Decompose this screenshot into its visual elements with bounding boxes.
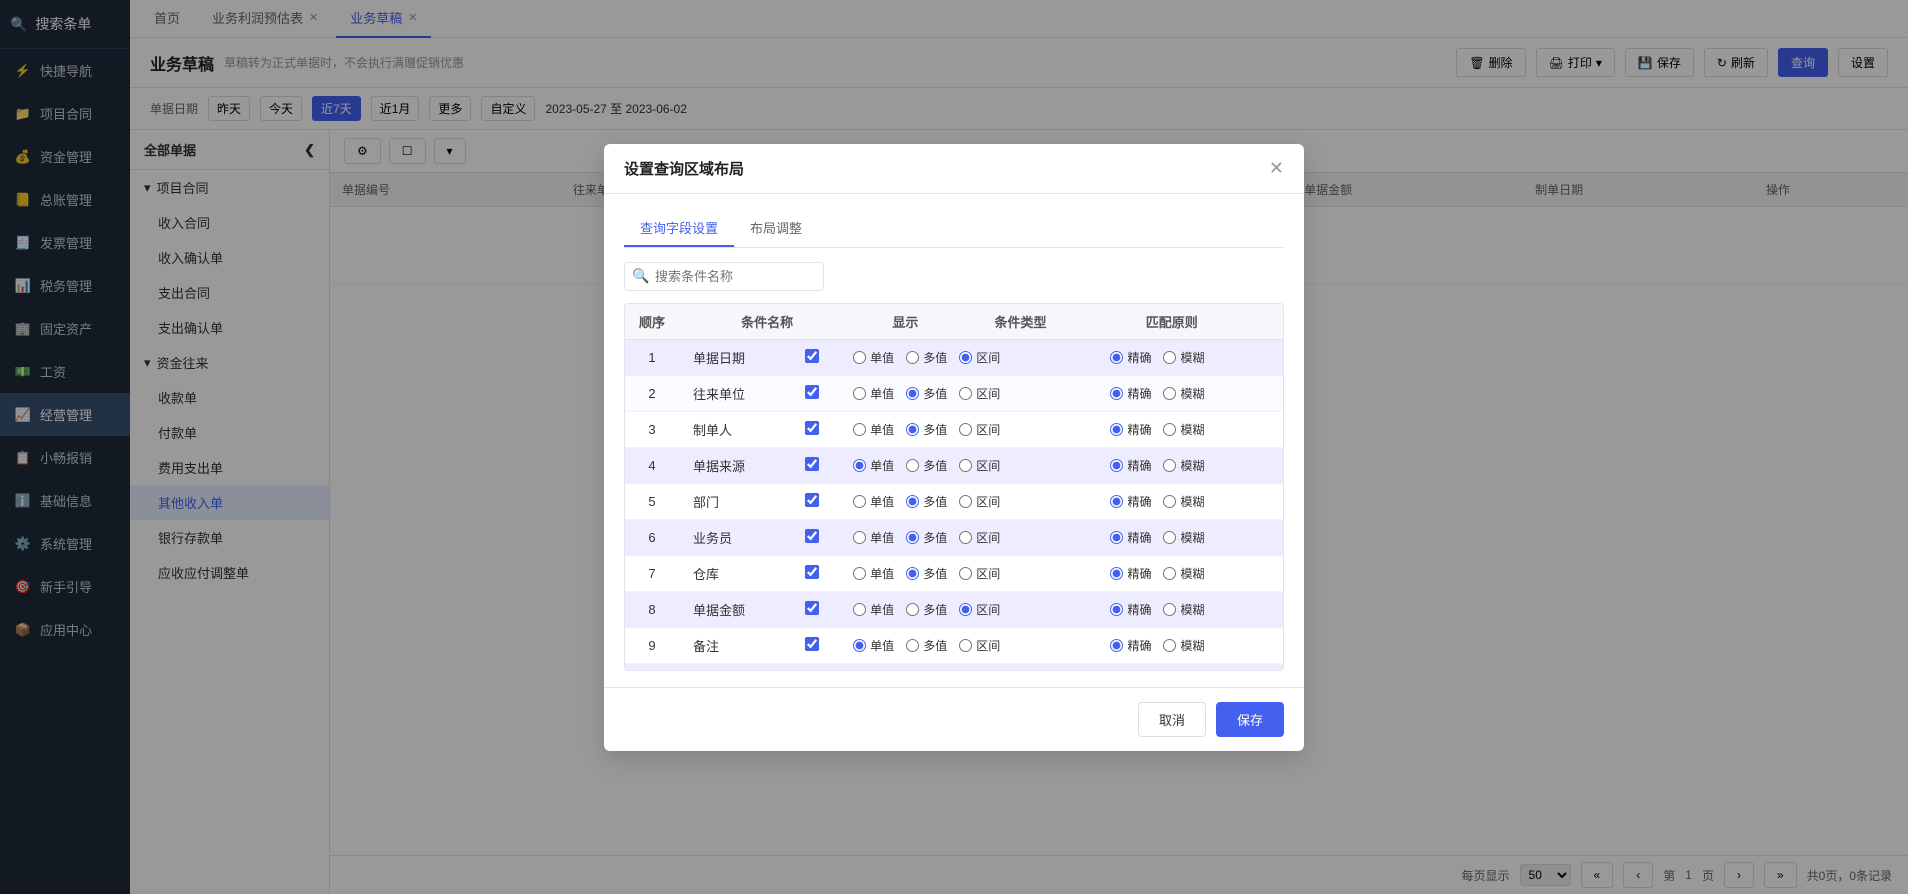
row-match[interactable]: 精确模糊 <box>1096 555 1283 591</box>
display-checkbox[interactable] <box>805 421 819 435</box>
row-type[interactable]: 单值多值区间 <box>839 375 1096 411</box>
row-type[interactable]: 单值多值区间 <box>839 627 1096 663</box>
modal-search-icon: 🔍 <box>632 268 649 285</box>
row-type[interactable]: 单值多值区间 <box>839 591 1096 627</box>
display-checkbox[interactable] <box>805 565 819 579</box>
row-name: 单据来源 <box>679 447 785 483</box>
row-order: 5 <box>625 483 679 519</box>
row-type[interactable]: 单值多值区间 <box>839 447 1096 483</box>
modal-tab-query-label: 查询字段设置 <box>640 221 718 236</box>
row-order: 10 <box>625 663 679 670</box>
modal-tab-layout-label: 布局调整 <box>750 221 802 236</box>
settings-table-container: 顺序 条件名称 显示 条件类型 匹配原则 <box>624 303 1284 671</box>
row-display[interactable] <box>785 447 839 483</box>
modal: 设置查询区域布局 ✕ 查询字段设置 布局调整 🔍 <box>604 144 1304 751</box>
display-checkbox[interactable] <box>805 457 819 471</box>
row-match[interactable]: 精确模糊 <box>1096 411 1283 447</box>
modal-search-input[interactable] <box>624 262 824 291</box>
row-order: 8 <box>625 591 679 627</box>
settings-col-type: 条件类型 <box>980 304 1131 340</box>
settings-col-display: 显示 <box>878 304 980 340</box>
row-order: 6 <box>625 519 679 555</box>
row-type[interactable]: 单值多值区间 <box>839 519 1096 555</box>
row-name: 业务员 <box>679 519 785 555</box>
row-name: 部门 <box>679 483 785 519</box>
row-name: 制单人 <box>679 411 785 447</box>
row-order: 4 <box>625 447 679 483</box>
display-checkbox[interactable] <box>805 349 819 363</box>
row-display[interactable] <box>785 519 839 555</box>
row-match[interactable]: 精确模糊 <box>1096 519 1283 555</box>
row-name: 往来单位 <box>679 375 785 411</box>
row-name: 单据编号 <box>679 663 785 670</box>
row-type[interactable]: 单值多值区间 <box>839 483 1096 519</box>
display-checkbox[interactable] <box>805 385 819 399</box>
row-name: 备注 <box>679 627 785 663</box>
row-display[interactable] <box>785 375 839 411</box>
display-checkbox[interactable] <box>805 637 819 651</box>
settings-col-order: 顺序 <box>625 304 727 340</box>
modal-close-button[interactable]: ✕ <box>1269 158 1284 179</box>
row-display[interactable] <box>785 483 839 519</box>
row-order: 2 <box>625 375 679 411</box>
row-display[interactable] <box>785 555 839 591</box>
modal-body: 查询字段设置 布局调整 🔍 顺序 <box>604 194 1304 687</box>
row-match[interactable]: 精确模糊 <box>1096 447 1283 483</box>
display-checkbox[interactable] <box>805 529 819 543</box>
modal-tab-layout[interactable]: 布局调整 <box>734 210 818 247</box>
settings-col-match: 匹配原则 <box>1132 304 1283 340</box>
modal-title: 设置查询区域布局 <box>624 158 744 179</box>
modal-save-button[interactable]: 保存 <box>1216 702 1284 737</box>
row-order: 3 <box>625 411 679 447</box>
row-name: 单据日期 <box>679 340 785 376</box>
row-type[interactable]: 单值多值区间 <box>839 340 1096 376</box>
row-match[interactable]: 精确模糊 <box>1096 663 1283 670</box>
row-order: 1 <box>625 340 679 376</box>
row-match[interactable]: 精确模糊 <box>1096 340 1283 376</box>
row-display[interactable] <box>785 591 839 627</box>
modal-search-container: 🔍 <box>624 262 1284 291</box>
row-display[interactable] <box>785 340 839 376</box>
modal-tab-query-fields[interactable]: 查询字段设置 <box>624 210 734 247</box>
settings-table: 顺序 条件名称 显示 条件类型 匹配原则 <box>625 304 1283 340</box>
row-type[interactable]: 单值多值区间 <box>839 663 1096 670</box>
row-display[interactable] <box>785 663 839 670</box>
settings-data-table: 1单据日期单值多值区间精确模糊2往来单位单值多值区间精确模糊3制单人单值多值区间… <box>625 340 1283 670</box>
row-order: 9 <box>625 627 679 663</box>
row-match[interactable]: 精确模糊 <box>1096 483 1283 519</box>
row-match[interactable]: 精确模糊 <box>1096 627 1283 663</box>
row-display[interactable] <box>785 627 839 663</box>
row-name: 仓库 <box>679 555 785 591</box>
settings-col-name: 条件名称 <box>727 304 878 340</box>
row-match[interactable]: 精确模糊 <box>1096 375 1283 411</box>
modal-tabs: 查询字段设置 布局调整 <box>624 210 1284 248</box>
modal-header: 设置查询区域布局 ✕ <box>604 144 1304 194</box>
row-order: 7 <box>625 555 679 591</box>
display-checkbox[interactable] <box>805 493 819 507</box>
row-name: 单据金额 <box>679 591 785 627</box>
settings-scroll: 1单据日期单值多值区间精确模糊2往来单位单值多值区间精确模糊3制单人单值多值区间… <box>625 340 1283 670</box>
row-display[interactable] <box>785 411 839 447</box>
modal-footer: 取消 保存 <box>604 687 1304 751</box>
display-checkbox[interactable] <box>805 601 819 615</box>
row-match[interactable]: 精确模糊 <box>1096 591 1283 627</box>
modal-overlay: 设置查询区域布局 ✕ 查询字段设置 布局调整 🔍 <box>0 0 1908 894</box>
cancel-button[interactable]: 取消 <box>1138 702 1206 737</box>
row-type[interactable]: 单值多值区间 <box>839 555 1096 591</box>
row-type[interactable]: 单值多值区间 <box>839 411 1096 447</box>
